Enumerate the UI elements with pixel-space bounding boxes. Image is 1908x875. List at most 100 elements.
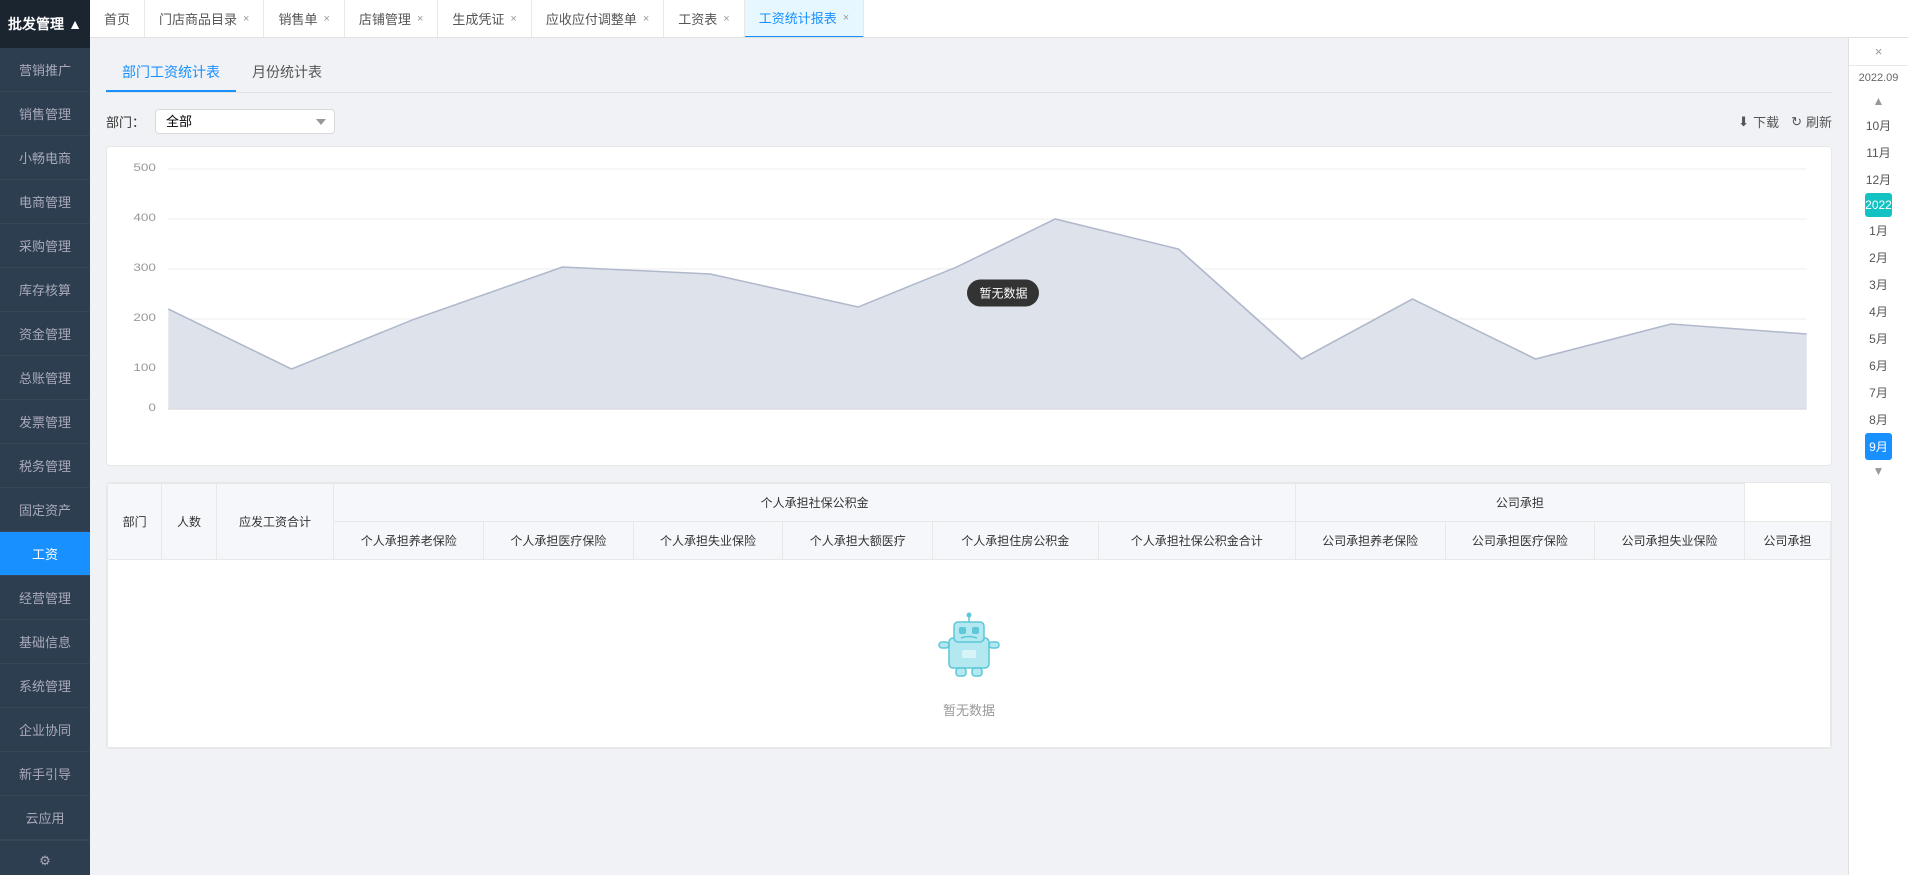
tab-门店商品目录[interactable]: 门店商品目录 ×	[145, 0, 264, 38]
sidebar-item-系统管理[interactable]: 系统管理	[0, 664, 90, 708]
table-header-row1: 部门 人数 应发工资合计 个人承担社保公积金 公司承担	[108, 484, 1831, 522]
sidebar-item-小畅电商[interactable]: 小畅电商	[0, 136, 90, 180]
main-area: 首页门店商品目录×销售单×店铺管理×生成凭证×应收应付调整单×工资表×工资统计报…	[90, 0, 1908, 875]
sidebar-item-企业协同[interactable]: 企业协同	[0, 708, 90, 752]
refresh-icon: ↻	[1791, 114, 1802, 130]
tab-close-icon[interactable]: ×	[510, 13, 516, 25]
tab-bar: 首页门店商品目录×销售单×店铺管理×生成凭证×应收应付调整单×工资表×工资统计报…	[90, 0, 1908, 38]
th-p-unemploy: 个人承担失业保险	[633, 522, 783, 560]
sidebar-item-经营管理[interactable]: 经营管理	[0, 576, 90, 620]
tab-close-icon[interactable]: ×	[417, 13, 423, 25]
calendar-month-11月[interactable]: 11月	[1865, 139, 1892, 166]
calendar-month-2022[interactable]: 2022	[1865, 193, 1892, 217]
tab-close-icon[interactable]: ×	[323, 13, 329, 25]
calendar-month-8月[interactable]: 8月	[1865, 406, 1892, 433]
th-p-large-med: 个人承担大额医疗	[783, 522, 933, 560]
table-empty-cell: 暂无数据	[108, 560, 1831, 748]
th-c-unemploy: 公司承担失业保险	[1595, 522, 1745, 560]
calendar-month-5月[interactable]: 5月	[1865, 325, 1892, 352]
sidebar-item-工资[interactable]: 工资	[0, 532, 90, 576]
sidebar-item-总账管理[interactable]: 总账管理	[0, 356, 90, 400]
sidebar-title: 批发管理	[8, 14, 64, 34]
th-total-wage: 应发工资合计	[216, 484, 334, 560]
calendar-month-12月[interactable]: 12月	[1865, 166, 1892, 193]
tab-close-icon[interactable]: ×	[723, 13, 729, 25]
tab-label: 店铺管理	[359, 9, 411, 28]
data-table: 部门 人数 应发工资合计 个人承担社保公积金 公司承担 个人承担养老保险 个人承…	[107, 483, 1831, 748]
sidebar-item-营销推广[interactable]: 营销推广	[0, 48, 90, 92]
sidebar: 批发管理 ▲ 营销推广销售管理小畅电商电商管理采购管理库存核算资金管理总账管理发…	[0, 0, 90, 875]
th-p-pension: 个人承担养老保险	[334, 522, 484, 560]
download-button[interactable]: ⬇ 下载	[1738, 112, 1779, 131]
refresh-label: 刷新	[1806, 112, 1832, 131]
table-header-row2: 个人承担养老保险 个人承担医疗保险 个人承担失业保险 个人承担大额医疗 个人承担…	[108, 522, 1831, 560]
calendar-month-10月[interactable]: 10月	[1865, 112, 1892, 139]
tab-label: 门店商品目录	[159, 9, 237, 28]
download-label: 下载	[1753, 112, 1779, 131]
sidebar-header[interactable]: 批发管理 ▲	[0, 0, 90, 48]
sidebar-toggle-icon: ▲	[68, 16, 82, 32]
tab-close-icon[interactable]: ×	[243, 13, 249, 25]
calendar-month-1月[interactable]: 1月	[1865, 217, 1892, 244]
sub-tab-部门工资统计表[interactable]: 部门工资统计表	[106, 54, 236, 92]
sidebar-footer-settings[interactable]: ⚙	[0, 840, 90, 875]
th-p-housing: 个人承担住房公积金	[933, 522, 1099, 560]
sidebar-item-云应用[interactable]: 云应用	[0, 796, 90, 840]
sidebar-item-税务管理[interactable]: 税务管理	[0, 444, 90, 488]
sidebar-item-库存核算[interactable]: 库存核算	[0, 268, 90, 312]
sidebar-item-资金管理[interactable]: 资金管理	[0, 312, 90, 356]
calendar-down-button[interactable]: ▼	[1849, 460, 1908, 482]
tab-首页[interactable]: 首页	[90, 0, 145, 38]
calendar-month-3月[interactable]: 3月	[1865, 271, 1892, 298]
tab-label: 首页	[104, 9, 130, 28]
sidebar-item-新手引导[interactable]: 新手引导	[0, 752, 90, 796]
th-p-total: 个人承担社保公积金合计	[1098, 522, 1295, 560]
tab-close-icon[interactable]: ×	[643, 13, 649, 25]
tab-应收应付调整单[interactable]: 应收应付调整单 ×	[532, 0, 664, 38]
th-personal-insurance: 个人承担社保公积金	[334, 484, 1295, 522]
sidebar-item-采购管理[interactable]: 采购管理	[0, 224, 90, 268]
tab-店铺管理[interactable]: 店铺管理 ×	[345, 0, 438, 38]
svg-text:0: 0	[148, 401, 156, 413]
sidebar-item-销售管理[interactable]: 销售管理	[0, 92, 90, 136]
tab-label: 销售单	[278, 9, 317, 28]
svg-text:200: 200	[133, 311, 156, 323]
th-company-insurance: 公司承担	[1295, 484, 1744, 522]
th-p-medical: 个人承担医疗保险	[484, 522, 634, 560]
tab-label: 工资统计报表	[759, 8, 837, 27]
data-table-wrap: 部门 人数 应发工资合计 个人承担社保公积金 公司承担 个人承担养老保险 个人承…	[106, 482, 1832, 749]
sub-tabs: 部门工资统计表月份统计表	[106, 54, 1832, 93]
sidebar-item-发票管理[interactable]: 发票管理	[0, 400, 90, 444]
refresh-button[interactable]: ↻ 刷新	[1791, 112, 1832, 131]
calendar-month-6月[interactable]: 6月	[1865, 352, 1892, 379]
sidebar-item-固定资产[interactable]: 固定资产	[0, 488, 90, 532]
tab-工资表[interactable]: 工资表×	[664, 0, 744, 38]
calendar-month-2月[interactable]: 2月	[1865, 244, 1892, 271]
download-icon: ⬇	[1738, 114, 1749, 130]
sidebar-item-基础信息[interactable]: 基础信息	[0, 620, 90, 664]
chart-tooltip: 暂无数据	[967, 280, 1039, 307]
tab-label: 应收应付调整单	[546, 9, 637, 28]
toolbar: 部门： 全部 ⬇ 下载 ↻ 刷新	[106, 109, 1832, 134]
empty-text: 暂无数据	[116, 700, 1822, 719]
calendar-month-9月[interactable]: 9月	[1865, 433, 1892, 460]
tab-工资统计报表[interactable]: 工资统计报表 ×	[745, 0, 864, 38]
calendar-close-button[interactable]: ×	[1849, 38, 1908, 66]
th-people: 人数	[162, 484, 216, 560]
dept-select[interactable]: 全部	[155, 109, 335, 134]
page-content: 部门工资统计表月份统计表 部门： 全部 ⬇ 下载 ↻ 刷新	[90, 38, 1848, 875]
dept-label: 部门：	[106, 112, 145, 131]
calendar-up-button[interactable]: ▲	[1849, 90, 1908, 112]
calendar-month-7月[interactable]: 7月	[1865, 379, 1892, 406]
svg-text:300: 300	[133, 261, 156, 273]
content-area: 部门工资统计表月份统计表 部门： 全部 ⬇ 下载 ↻ 刷新	[90, 38, 1908, 875]
sidebar-item-电商管理[interactable]: 电商管理	[0, 180, 90, 224]
th-c-medical: 公司承担医疗保险	[1445, 522, 1595, 560]
tab-生成凭证[interactable]: 生成凭证×	[438, 0, 531, 38]
sub-tab-月份统计表[interactable]: 月份统计表	[236, 54, 338, 92]
toolbar-right: ⬇ 下载 ↻ 刷新	[1738, 112, 1832, 131]
th-dept: 部门	[108, 484, 162, 560]
calendar-month-4月[interactable]: 4月	[1865, 298, 1892, 325]
tab-close-icon[interactable]: ×	[843, 12, 849, 24]
tab-销售单[interactable]: 销售单 ×	[264, 0, 344, 38]
